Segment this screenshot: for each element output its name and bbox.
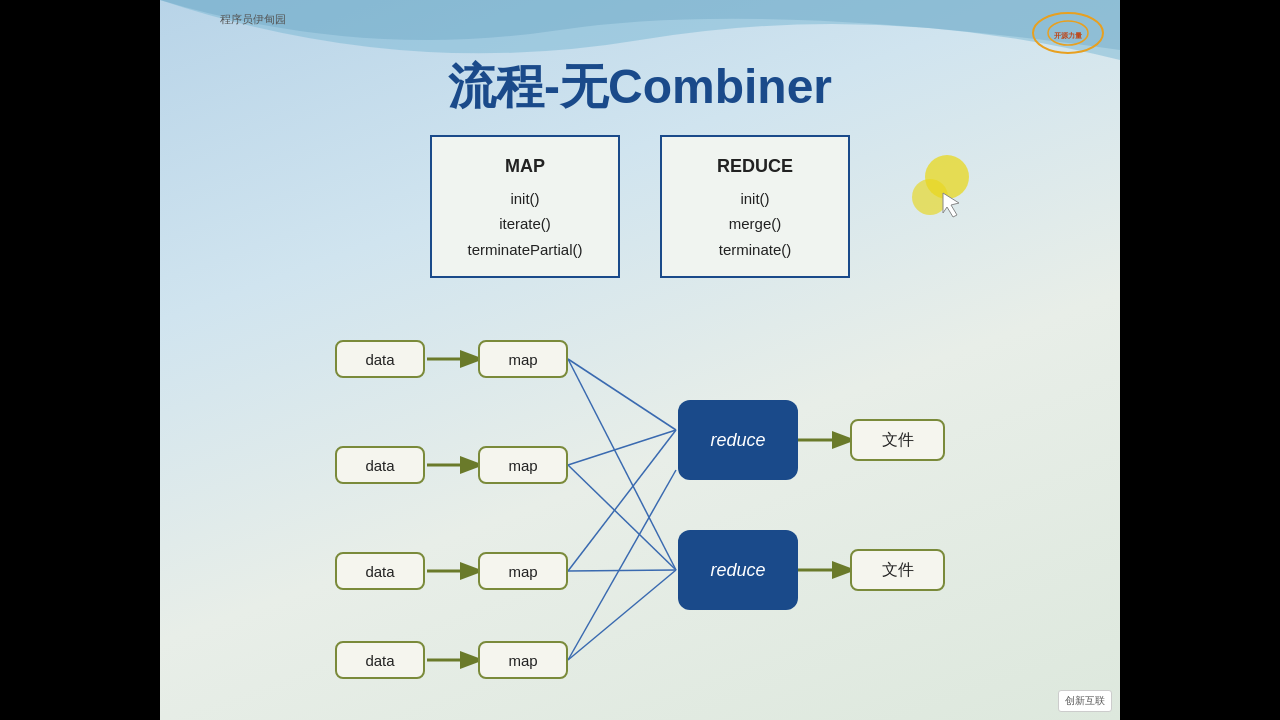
file-node-2: 文件 [850, 549, 945, 591]
data-node-4: data [335, 641, 425, 679]
info-boxes-container: MAP init() iterate() terminatePartial() … [430, 135, 850, 278]
reduce-box-title: REDUCE [692, 151, 818, 182]
svg-line-15 [568, 570, 676, 571]
svg-line-17 [568, 570, 676, 660]
file-node-1: 文件 [850, 419, 945, 461]
map-node-3: map [478, 552, 568, 590]
logo-top-right: 开源力量 [1028, 8, 1108, 58]
svg-line-13 [568, 465, 676, 570]
svg-line-10 [568, 359, 676, 430]
data-node-1: data [335, 340, 425, 378]
reduce-line-2: merge() [692, 211, 818, 237]
map-node-2: map [478, 446, 568, 484]
reduce-line-3: terminate() [692, 237, 818, 263]
slide: 程序员伊甸园 开源力量 流程-无Combiner MAP init() iter… [160, 0, 1120, 720]
bottom-logo: 创新互联 [1058, 690, 1112, 712]
slide-title: 流程-无Combiner [160, 55, 1120, 119]
svg-line-12 [568, 430, 676, 465]
reduce-info-box: REDUCE init() merge() terminate() [660, 135, 850, 278]
data-node-3: data [335, 552, 425, 590]
svg-line-11 [568, 359, 676, 570]
map-line-3: terminatePartial() [462, 237, 588, 263]
svg-line-14 [568, 430, 676, 571]
watermark: 程序员伊甸园 [220, 12, 286, 27]
svg-text:开源力量: 开源力量 [1054, 31, 1082, 39]
reduce-node-2: reduce [678, 530, 798, 610]
svg-line-16 [568, 470, 676, 660]
map-line-1: init() [462, 186, 588, 212]
map-node-4: map [478, 641, 568, 679]
map-line-2: iterate() [462, 211, 588, 237]
data-node-2: data [335, 446, 425, 484]
map-node-1: map [478, 340, 568, 378]
reduce-line-1: init() [692, 186, 818, 212]
reduce-node-1: reduce [678, 400, 798, 480]
map-info-box: MAP init() iterate() terminatePartial() [430, 135, 620, 278]
cursor-highlight [905, 155, 975, 225]
map-box-title: MAP [462, 151, 588, 182]
